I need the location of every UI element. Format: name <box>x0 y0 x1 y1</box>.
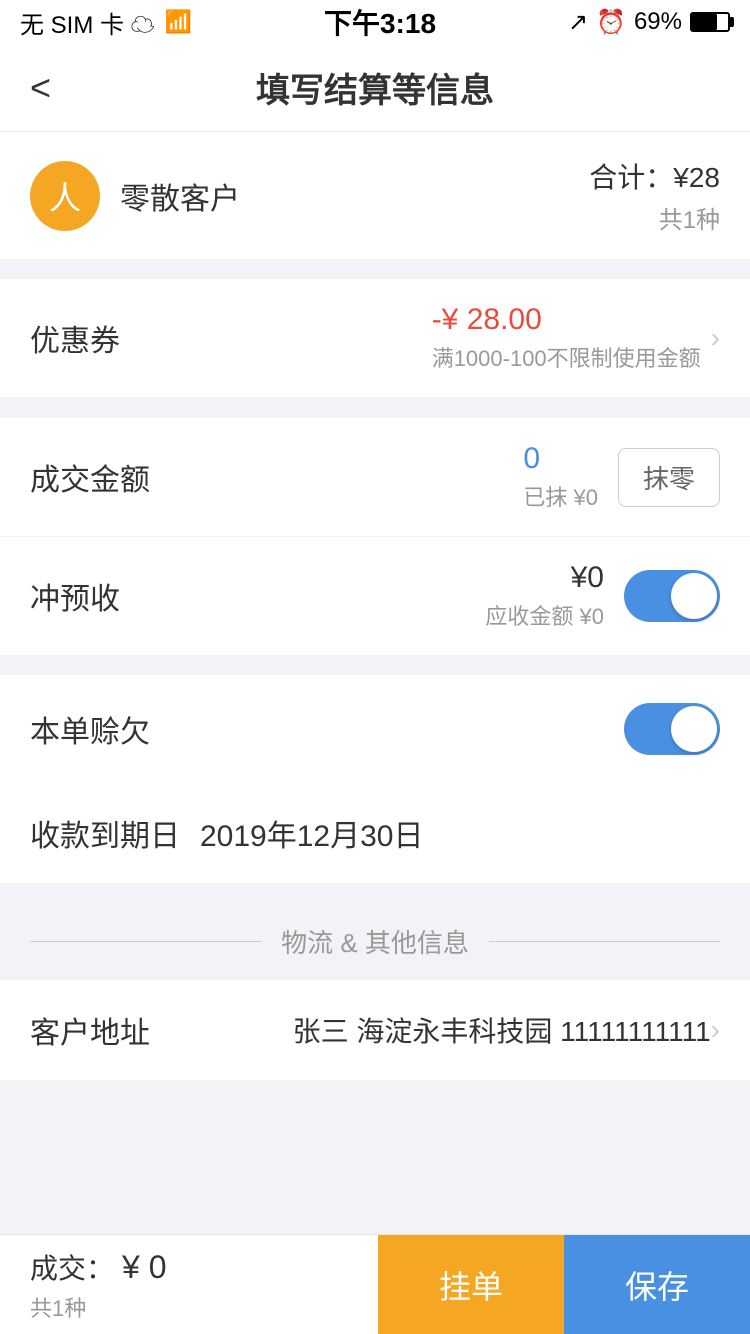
precharge-amount: ¥0 <box>485 561 604 595</box>
status-right: ↗ ⏰ 69% <box>568 8 730 37</box>
total-amount: 合计：¥28 <box>589 156 720 196</box>
address-chevron-icon: › <box>711 1014 720 1046</box>
logistics-header: 物流 & 其他信息 <box>0 903 750 980</box>
customer-name: 零散客户 <box>120 174 240 218</box>
address-row[interactable]: 客户地址 张三 海淀永丰科技园 11111111111 › <box>0 980 750 1080</box>
precharge-toggle[interactable] <box>624 570 720 622</box>
wifi-icon: 📶 <box>165 9 192 35</box>
debt-section: 本单赊欠 收款到期日 2019年12月30日 <box>0 675 750 883</box>
debt-row: 本单赊欠 <box>0 675 750 783</box>
due-date-row: 收款到期日 2019年12月30日 <box>0 783 750 883</box>
hold-button[interactable]: 挂单 <box>378 1235 564 1334</box>
coupon-amount: -¥ 28.00 <box>432 303 701 337</box>
due-date-value: 2019年12月30日 <box>200 811 423 855</box>
coupon-label: 优惠券 <box>30 316 120 360</box>
divider-right <box>489 941 720 942</box>
summary-amount: ¥ 0 <box>122 1249 166 1286</box>
precharge-label: 冲预收 <box>30 574 120 618</box>
battery-icon <box>690 12 730 32</box>
bottom-summary: 成交： ¥ 0 共1种 <box>0 1235 378 1334</box>
total-count: 共1种 <box>589 200 720 235</box>
precharge-row: 冲预收 ¥0 应收金额 ¥0 <box>0 537 750 655</box>
customer-section: 人 零散客户 合计：¥28 共1种 <box>0 132 750 259</box>
avatar: 人 <box>30 161 100 231</box>
coupon-description: 满1000-100不限制使用金额 <box>432 341 701 373</box>
status-time: 下午3:18 <box>324 2 436 42</box>
coupon-row[interactable]: 优惠券 -¥ 28.00 满1000-100不限制使用金额 › <box>0 279 750 398</box>
round-button[interactable]: 抹零 <box>618 448 720 507</box>
deal-label: 成交金额 <box>30 455 150 499</box>
deal-value: 0 <box>523 442 598 476</box>
alarm-icon: ⏰ <box>596 8 626 37</box>
debt-toggle[interactable] <box>624 703 720 755</box>
divider-left <box>30 941 261 942</box>
location-icon: ↗ <box>568 8 588 37</box>
chevron-right-icon: › <box>711 322 720 354</box>
nav-bar: < 填写结算等信息 <box>0 44 750 132</box>
summary-count: 共1种 <box>30 1291 348 1323</box>
page-title: 填写结算等信息 <box>256 63 494 112</box>
status-bar: 无 SIM 卡 ☁ 📶 下午3:18 ↗ ⏰ 69% <box>0 0 750 44</box>
address-value: 张三 海淀永丰科技园 11111111111 <box>170 1010 711 1050</box>
logistics-title: 物流 & 其他信息 <box>281 923 469 960</box>
deal-amount-row: 成交金额 0 已抹 ¥0 抹零 <box>0 418 750 537</box>
coupon-section: 优惠券 -¥ 28.00 满1000-100不限制使用金额 › <box>0 279 750 398</box>
precharge-receivable: 应收金额 ¥0 <box>485 599 604 631</box>
deal-already-label: 已抹 ¥0 <box>523 480 598 512</box>
debt-label: 本单赊欠 <box>30 707 150 751</box>
no-sim-text: 无 SIM 卡 ☁ <box>20 5 155 40</box>
due-date-label: 收款到期日 <box>30 811 180 855</box>
deal-section: 成交金额 0 已抹 ¥0 抹零 冲预收 ¥0 应收金额 ¥0 <box>0 418 750 655</box>
address-label: 客户地址 <box>30 1008 150 1052</box>
battery-percent: 69% <box>634 8 682 36</box>
back-button[interactable]: < <box>30 67 51 109</box>
bottom-bar: 成交： ¥ 0 共1种 挂单 保存 <box>0 1234 750 1334</box>
summary-label: 成交： <box>30 1247 114 1287</box>
save-button[interactable]: 保存 <box>564 1235 750 1334</box>
status-left: 无 SIM 卡 ☁ 📶 <box>20 5 192 40</box>
